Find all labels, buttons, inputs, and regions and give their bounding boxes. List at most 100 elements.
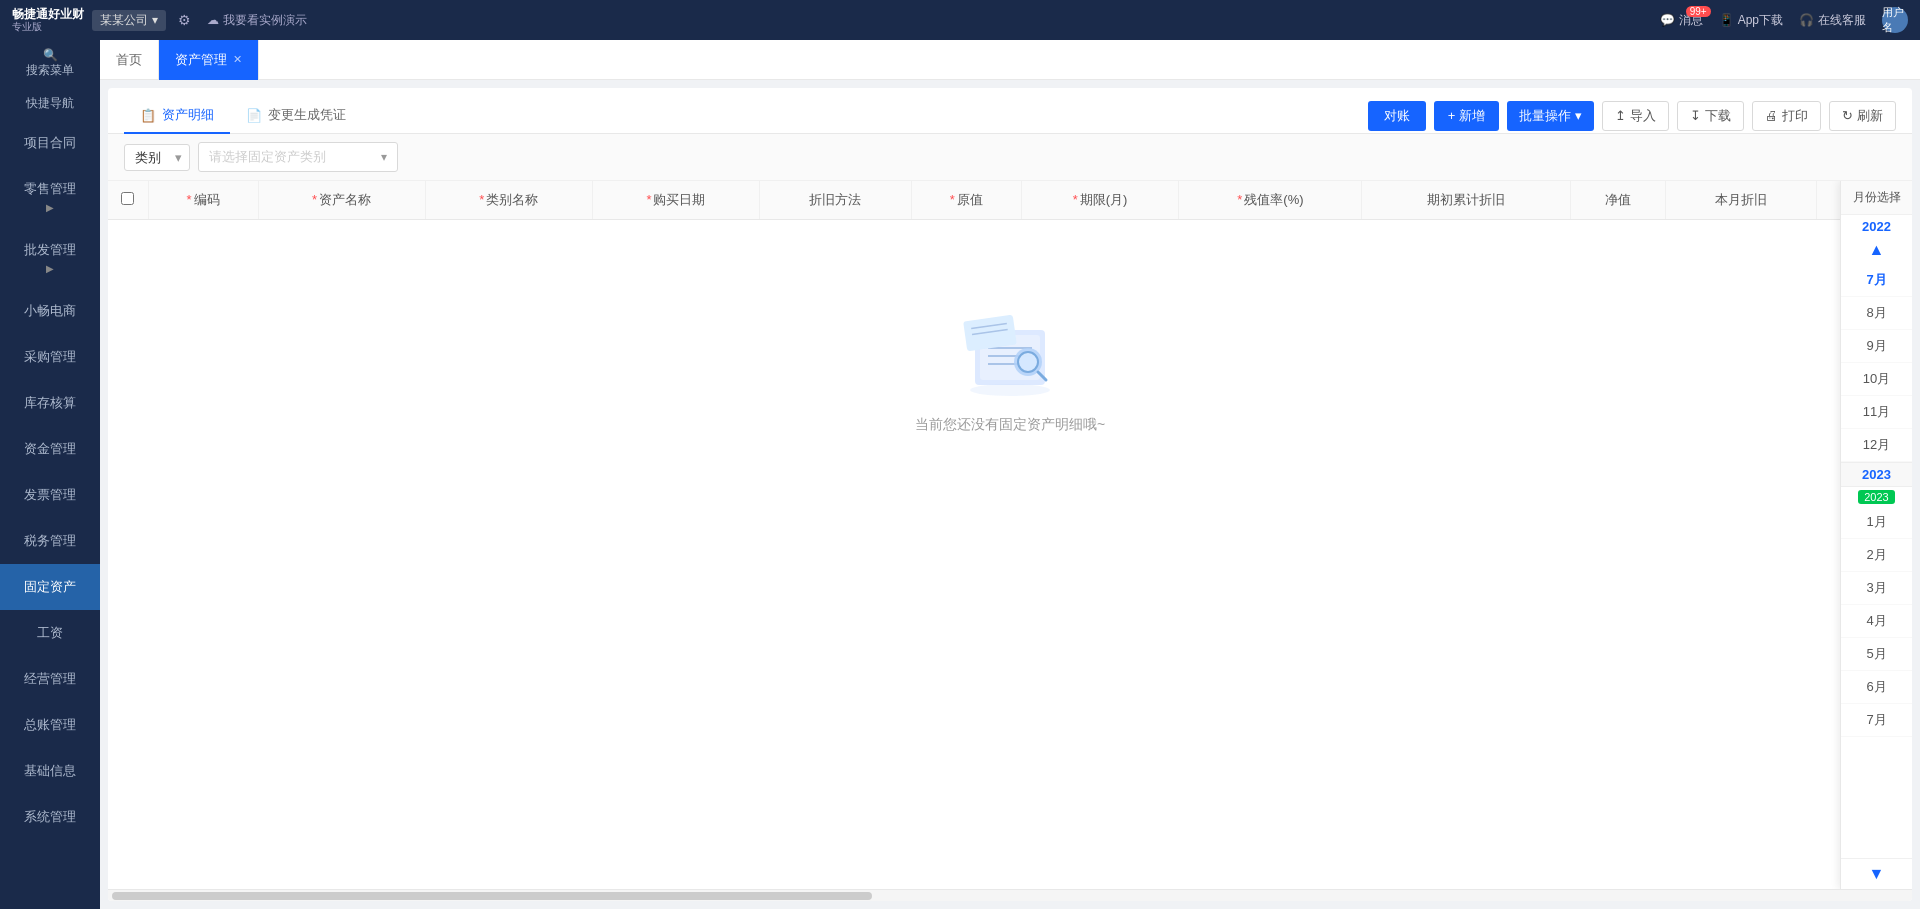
avatar[interactable]: 用户名 bbox=[1882, 7, 1908, 33]
sidebar-item-fixed-assets[interactable]: 固定资产 bbox=[0, 564, 100, 610]
import-icon: ↥ bbox=[1615, 108, 1626, 123]
month-item-2023-2月[interactable]: 2月 bbox=[1841, 539, 1912, 572]
col-header-purchase_date: *购买日期 bbox=[592, 181, 759, 220]
menu-label: 固定资产 bbox=[24, 578, 76, 596]
chevron-down-icon: ▾ bbox=[1575, 108, 1582, 123]
list-icon: 📋 bbox=[140, 108, 156, 123]
month-item-2022-10月[interactable]: 10月 bbox=[1841, 363, 1912, 396]
reconcile-button[interactable]: 对账 bbox=[1368, 101, 1426, 131]
sidebar-item-purchase[interactable]: 采购管理 bbox=[0, 334, 100, 380]
month-item-2022-9月[interactable]: 9月 bbox=[1841, 330, 1912, 363]
menu-label: 采购管理 bbox=[24, 348, 76, 366]
headset-icon: 🎧 bbox=[1799, 13, 1814, 27]
import-button[interactable]: ↥ 导入 bbox=[1602, 101, 1669, 131]
month-item-2023-6月[interactable]: 6月 bbox=[1841, 671, 1912, 704]
month-panel-down[interactable]: ▼ bbox=[1869, 865, 1885, 883]
message-icon: 💬 bbox=[1660, 13, 1675, 27]
col-header-name: *资产名称 bbox=[258, 181, 425, 220]
demo-link[interactable]: ☁ 我要看实例演示 bbox=[207, 12, 307, 29]
sidebar-item-salary[interactable]: 工资 bbox=[0, 610, 100, 656]
menu-label: 批发管理 bbox=[24, 241, 76, 259]
month-item-2023-1月[interactable]: 1月 bbox=[1841, 506, 1912, 539]
menu-label: 经营管理 bbox=[24, 670, 76, 688]
month-item-2023-5月[interactable]: 5月 bbox=[1841, 638, 1912, 671]
table-wrap: *编码*资产名称*类别名称*购买日期折旧方法*原值*期限(月)*残值率(%)期初… bbox=[108, 181, 1912, 889]
sidebar-item-wholesale[interactable]: 批发管理 ▶ bbox=[0, 227, 100, 288]
tab-close-icon[interactable]: ✕ bbox=[233, 53, 242, 66]
add-button[interactable]: + 新增 bbox=[1434, 101, 1499, 131]
month-item-2023-7月[interactable]: 7月 bbox=[1841, 704, 1912, 737]
category-input[interactable]: 请选择固定资产类别 ▾ bbox=[198, 142, 398, 172]
month-list: 7月8月9月10月11月12月202320231月2月3月4月5月6月7月 bbox=[1841, 264, 1912, 858]
expand-icon: ▶ bbox=[46, 263, 54, 274]
sidebar-item-system[interactable]: 系统管理 bbox=[0, 794, 100, 840]
month-panel-up[interactable]: ▲ bbox=[1865, 240, 1889, 260]
print-button[interactable]: 🖨 打印 bbox=[1752, 101, 1821, 131]
bottom-scrollbar[interactable] bbox=[108, 889, 1912, 901]
settings-icon[interactable]: ⚙ bbox=[178, 12, 191, 28]
col-header-monthly_depreciation: 本月折旧 bbox=[1665, 181, 1817, 220]
company-selector[interactable]: 某某公司 ▾ bbox=[92, 10, 166, 31]
month-panel-nav: ▲ bbox=[1841, 236, 1912, 264]
month-panel-footer: ▼ bbox=[1841, 858, 1912, 889]
sidebar-item-ledger[interactable]: 总账管理 bbox=[0, 702, 100, 748]
month-item-2022-7月[interactable]: 7月 bbox=[1841, 264, 1912, 297]
sidebar-item-project[interactable]: 项目合同 bbox=[0, 120, 100, 166]
sidebar-item-finance[interactable]: 资金管理 bbox=[0, 426, 100, 472]
online-service-button[interactable]: 🎧 在线客服 bbox=[1799, 12, 1866, 29]
sidebar-item-basic[interactable]: 基础信息 bbox=[0, 748, 100, 794]
month-item-2023-4月[interactable]: 4月 bbox=[1841, 605, 1912, 638]
month-panel-year-2022: 2022 bbox=[1841, 215, 1912, 236]
empty-state: 当前您还没有固定资产明细哦~ bbox=[108, 220, 1912, 514]
content-area: 首页 资产管理 ✕ 📋 资产明细 📄 变更生成凭证 bbox=[100, 40, 1920, 909]
tab-home[interactable]: 首页 bbox=[100, 40, 159, 80]
empty-message: 当前您还没有固定资产明细哦~ bbox=[915, 416, 1105, 434]
refresh-button[interactable]: ↻ 刷新 bbox=[1829, 101, 1896, 131]
sidebar-item-ecommerce[interactable]: 小畅电商 bbox=[0, 288, 100, 334]
month-panel-year-2023: 2023 bbox=[1841, 462, 1912, 487]
tab-asset[interactable]: 资产管理 ✕ bbox=[159, 40, 259, 80]
month-item-2023-3月[interactable]: 3月 bbox=[1841, 572, 1912, 605]
sidebar-item-invoice[interactable]: 发票管理 bbox=[0, 472, 100, 518]
menu-label: 工资 bbox=[37, 624, 63, 642]
top-bar: 畅捷通好业财 专业版 某某公司 ▾ ⚙ ☁ 我要看实例演示 💬 消息 99+ 📱… bbox=[0, 0, 1920, 40]
refresh-icon: ↻ bbox=[1842, 108, 1853, 123]
sidebar-item-inventory[interactable]: 库存核算 bbox=[0, 380, 100, 426]
batch-button[interactable]: 批量操作 ▾ bbox=[1507, 101, 1594, 131]
cloud-icon: ☁ bbox=[207, 13, 219, 27]
app-download-button[interactable]: 📱 App下载 bbox=[1719, 12, 1783, 29]
category-select[interactable]: 类别 bbox=[124, 144, 190, 171]
sub-tab-detail[interactable]: 📋 资产明细 bbox=[124, 98, 230, 134]
sidebar-item-retail[interactable]: 零售管理▶ bbox=[0, 166, 100, 227]
message-button[interactable]: 💬 消息 99+ bbox=[1660, 12, 1703, 29]
svg-point-0 bbox=[970, 384, 1050, 396]
download-button[interactable]: ↧ 下载 bbox=[1677, 101, 1744, 131]
month-item-2022-8月[interactable]: 8月 bbox=[1841, 297, 1912, 330]
col-header-residual_rate: *残值率(%) bbox=[1179, 181, 1362, 220]
scrollbar-thumb[interactable] bbox=[112, 892, 872, 900]
select-all-checkbox[interactable] bbox=[121, 192, 134, 205]
menu-label: 小畅电商 bbox=[24, 302, 76, 320]
menu-label: 总账管理 bbox=[24, 716, 76, 734]
tab-bar: 首页 资产管理 ✕ bbox=[100, 40, 1920, 80]
current-year-badge: 2023 bbox=[1858, 490, 1894, 504]
main-content: 📋 资产明细 📄 变更生成凭证 对账 + 新增 批量操作 bbox=[108, 88, 1912, 901]
sub-tab-bar: 📋 资产明细 📄 变更生成凭证 对账 + 新增 批量操作 bbox=[108, 88, 1912, 134]
sidebar-item-operation[interactable]: 经营管理 bbox=[0, 656, 100, 702]
month-item-2022-11月[interactable]: 11月 bbox=[1841, 396, 1912, 429]
menu-label: 发票管理 bbox=[24, 486, 76, 504]
expand-icon: ▶ bbox=[46, 202, 54, 213]
print-icon: 🖨 bbox=[1765, 108, 1778, 123]
asset-table: *编码*资产名称*类别名称*购买日期折旧方法*原值*期限(月)*残值率(%)期初… bbox=[108, 181, 1912, 220]
sidebar-search[interactable]: 🔍 搜索菜单 bbox=[0, 40, 100, 87]
col-header-depreciation_method: 折旧方法 bbox=[760, 181, 912, 220]
sidebar-quick-nav[interactable]: 快捷导航 bbox=[0, 87, 100, 120]
col-header-code: *编码 bbox=[148, 181, 258, 220]
sidebar-item-tax[interactable]: 税务管理 bbox=[0, 518, 100, 564]
month-item-2022-12月[interactable]: 12月 bbox=[1841, 429, 1912, 462]
chevron-down-icon: ▾ bbox=[152, 13, 158, 27]
col-header-net_value: 净值 bbox=[1571, 181, 1666, 220]
sidebar-menu: 项目合同零售管理▶ 批发管理 ▶ 小畅电商采购管理库存核算资金管理发票管理税务管理固定… bbox=[0, 120, 100, 840]
sub-tab-voucher[interactable]: 📄 变更生成凭证 bbox=[230, 98, 362, 134]
col-header-category: *类别名称 bbox=[425, 181, 592, 220]
